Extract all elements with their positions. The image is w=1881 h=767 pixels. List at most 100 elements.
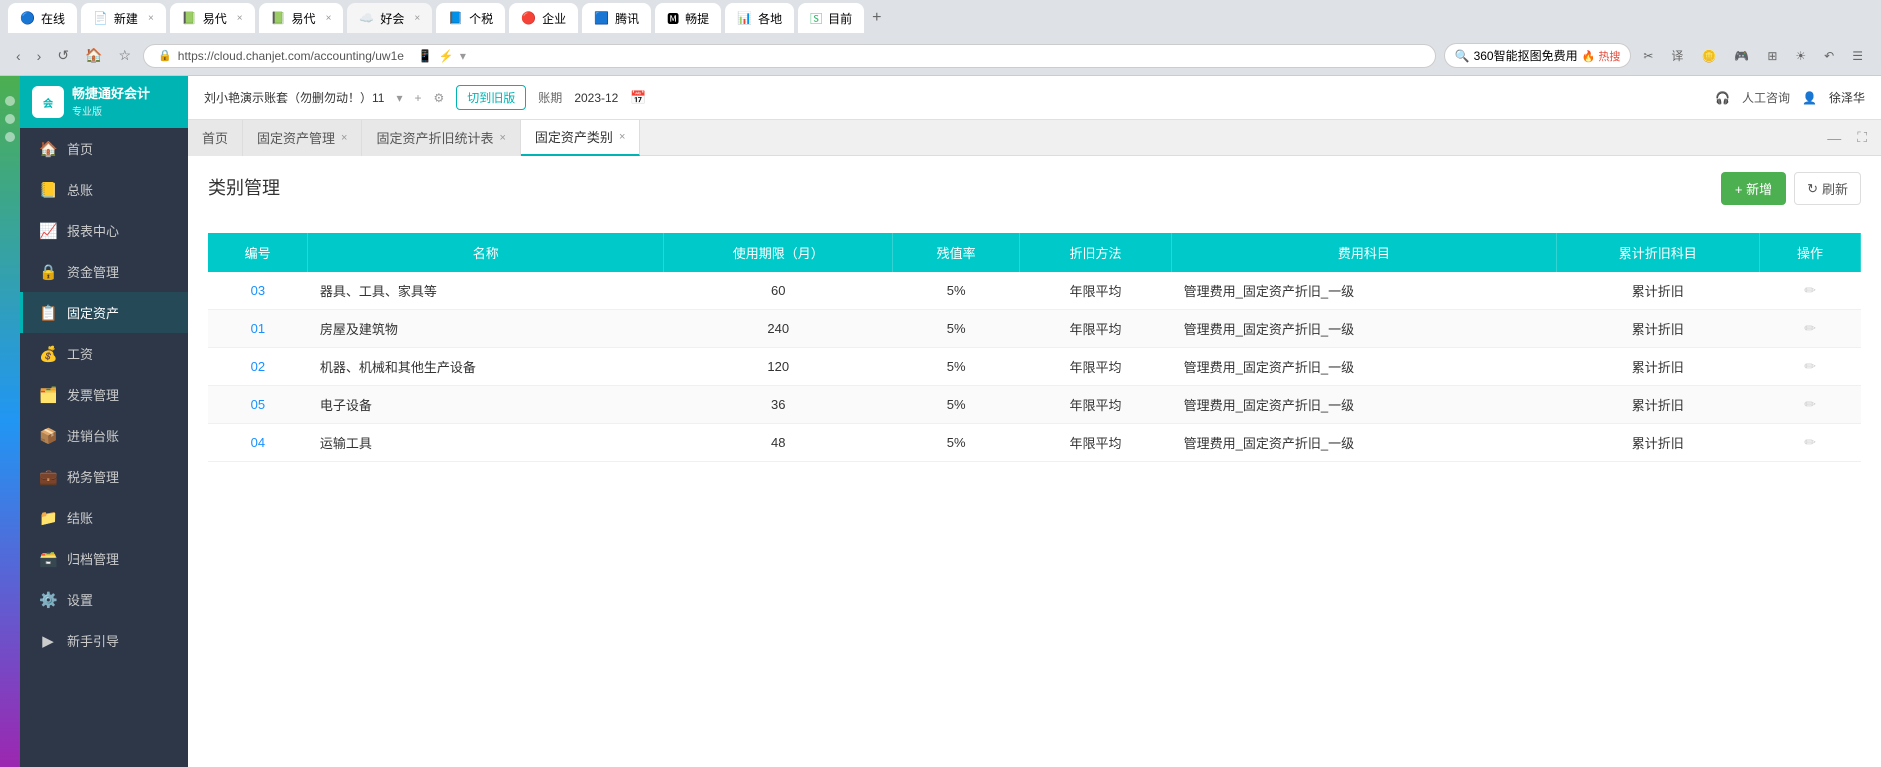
sidebar-item-fixed-assets[interactable]: 📋 固定资产 [20,292,188,333]
cell-action[interactable]: ✏ [1760,310,1861,348]
sidebar-item-invoice[interactable]: 🗂️ 发票管理 [20,374,188,415]
ssl-icon: 🔒 [158,49,172,62]
back-button[interactable]: ‹ [12,44,25,68]
sidebar-item-guide[interactable]: ▶ 新手引导 [20,620,188,661]
sidebar-item-closing[interactable]: 📁 结账 [20,497,188,538]
browser-tab-yidai1[interactable]: 📗 易代 × [170,3,255,33]
col-expense: 费用科目 [1172,233,1556,272]
edit-icon[interactable]: ✏ [1804,396,1816,412]
app-tab-close-asset-category[interactable]: × [619,131,625,143]
sidebar-item-payroll[interactable]: 💰 工资 [20,333,188,374]
coin-button[interactable]: 🪙 [1695,47,1722,65]
maximize-tab-button[interactable]: ⛶ [1851,127,1873,148]
edit-icon[interactable]: ✏ [1804,434,1816,450]
cell-code[interactable]: 04 [208,424,308,462]
app-tab-fixed-asset-mgmt-label: 固定资产管理 [257,128,335,147]
bookmark-button[interactable]: ☆ [115,43,136,68]
cell-action[interactable]: ✏ [1760,386,1861,424]
add-button[interactable]: + 新增 [1721,172,1786,205]
cell-action[interactable]: ✏ [1760,272,1861,310]
calendar-icon[interactable]: 📅 [630,90,646,106]
browser-tab-changte[interactable]: 🅼 畅提 [655,3,721,33]
app-tab-asset-category[interactable]: 固定资产类别 × [521,120,640,156]
sidebar-item-tax[interactable]: 💼 税务管理 [20,456,188,497]
browser-tab-qiye[interactable]: 🔴 企业 [509,3,578,33]
browser-tab-strip: 🔵 在线 📄 新建 × 📗 易代 × 📗 易代 × ☁️ 好会 × 📘 个税 🔴… [0,0,1881,36]
cell-code[interactable]: 03 [208,272,308,310]
brightness-button[interactable]: ☀ [1789,47,1812,65]
tab-label: 易代 [292,10,316,27]
browser-tab-gedi[interactable]: 📊 各地 [725,3,794,33]
tab-close-icon[interactable]: × [237,13,243,24]
cell-period: 240 [664,310,893,348]
translate-button[interactable]: 译 [1665,45,1689,66]
sidebar-item-purchase-sales[interactable]: 📦 进销台账 [20,415,188,456]
sidebar-item-reports[interactable]: 📈 报表中心 [20,210,188,251]
dropdown-arrow-icon[interactable]: ▾ [396,91,402,105]
payroll-icon: 💰 [39,345,57,363]
app-tab-close-depreciation[interactable]: × [499,132,505,144]
tab-label: 畅提 [685,10,709,27]
app-tab-asset-category-label: 固定资产类别 [535,127,613,146]
sidebar-label-invoice: 发票管理 [67,385,119,404]
app-tab-fixed-asset-mgmt[interactable]: 固定资产管理 × [243,120,362,156]
logo-icon: 会 [32,86,64,118]
sidebar-item-home[interactable]: 🏠 首页 [20,128,188,169]
cell-action[interactable]: ✏ [1760,348,1861,386]
forward-button[interactable]: › [33,44,46,68]
app-tab-close-fixed-asset[interactable]: × [341,132,347,144]
table-row: 05 电子设备 36 5% 年限平均 管理费用_固定资产折旧_一级 累计折旧 ✏ [208,386,1861,424]
tab-label: 目前 [828,10,852,27]
sidebar-item-ledger[interactable]: 📒 总账 [20,169,188,210]
cell-residual: 5% [893,310,1020,348]
cell-code[interactable]: 05 [208,386,308,424]
browser-tab-geshui[interactable]: 📘 个税 [436,3,505,33]
invoice-icon: 🗂️ [39,386,57,404]
app-tab-depreciation-table[interactable]: 固定资产折旧统计表 × [362,120,520,156]
browser-tab-yidai2[interactable]: 📗 易代 × [259,3,344,33]
refresh-button[interactable]: ↻ 刷新 [1794,172,1861,205]
cell-action[interactable]: ✏ [1760,424,1861,462]
cell-code[interactable]: 01 [208,310,308,348]
url-bar[interactable]: 🔒 https://cloud.chanjet.com/accounting/u… [143,44,1436,68]
sidebar-item-settings[interactable]: ⚙️ 设置 [20,579,188,620]
cell-residual: 5% [893,386,1020,424]
edit-icon[interactable]: ✏ [1804,282,1816,298]
app-tab-home[interactable]: 首页 [188,120,243,156]
cell-code[interactable]: 02 [208,348,308,386]
browser-tab-haohui[interactable]: ☁️ 好会 × [347,3,432,33]
browser-tab-online[interactable]: 🔵 在线 [8,3,77,33]
tab-close-icon[interactable]: × [148,13,154,24]
browser-tab-muqian[interactable]: 🅂 目前 [798,3,864,33]
col-method: 折旧方法 [1019,233,1171,272]
gear-icon[interactable]: ⚙ [434,91,445,105]
edit-icon[interactable]: ✏ [1804,358,1816,374]
search-box[interactable]: 🔍 360智能抠图免费用 🔥 热搜 [1444,43,1632,68]
cell-expense: 管理费用_固定资产折旧_一级 [1172,272,1556,310]
page-title: 类别管理 [208,174,280,200]
new-tab-button[interactable]: + [868,9,885,27]
sidebar-item-finance[interactable]: 🔒 资金管理 [20,251,188,292]
sidebar-item-archive[interactable]: 🗃️ 归档管理 [20,538,188,579]
plus-icon[interactable]: + [415,91,422,105]
undo-button[interactable]: ↶ [1818,47,1840,65]
browser-tab-tencent[interactable]: 🟦 腾讯 [582,3,651,33]
cell-residual: 5% [893,424,1020,462]
game-button[interactable]: 🎮 [1728,47,1755,65]
tab-close-icon[interactable]: × [326,13,332,24]
grid-button[interactable]: ⊞ [1761,47,1783,65]
consult-label[interactable]: 人工咨询 [1742,89,1790,106]
app-topbar: 刘小艳演示账套（勿删勿动！）11 ▾ + ⚙ 切到旧版 账期 2023-12 📅… [188,76,1881,120]
dropdown-icon[interactable]: ▾ [460,49,466,63]
tab-close-icon[interactable]: × [414,13,420,24]
browser-tab-new[interactable]: 📄 新建 × [81,3,166,33]
home-button[interactable]: 🏠 [81,43,106,68]
reload-button[interactable]: ↺ [53,43,73,68]
edit-icon[interactable]: ✏ [1804,320,1816,336]
menu-button[interactable]: ☰ [1846,47,1869,65]
minimize-tab-button[interactable]: — [1821,128,1847,148]
cut-button[interactable]: ✂ [1637,47,1659,65]
switch-to-old-button[interactable]: 切到旧版 [456,85,526,110]
content-area: 类别管理 + 新增 ↻ 刷新 编号 名称 使用期限（月 [188,156,1881,478]
refresh-label: 刷新 [1822,179,1848,198]
